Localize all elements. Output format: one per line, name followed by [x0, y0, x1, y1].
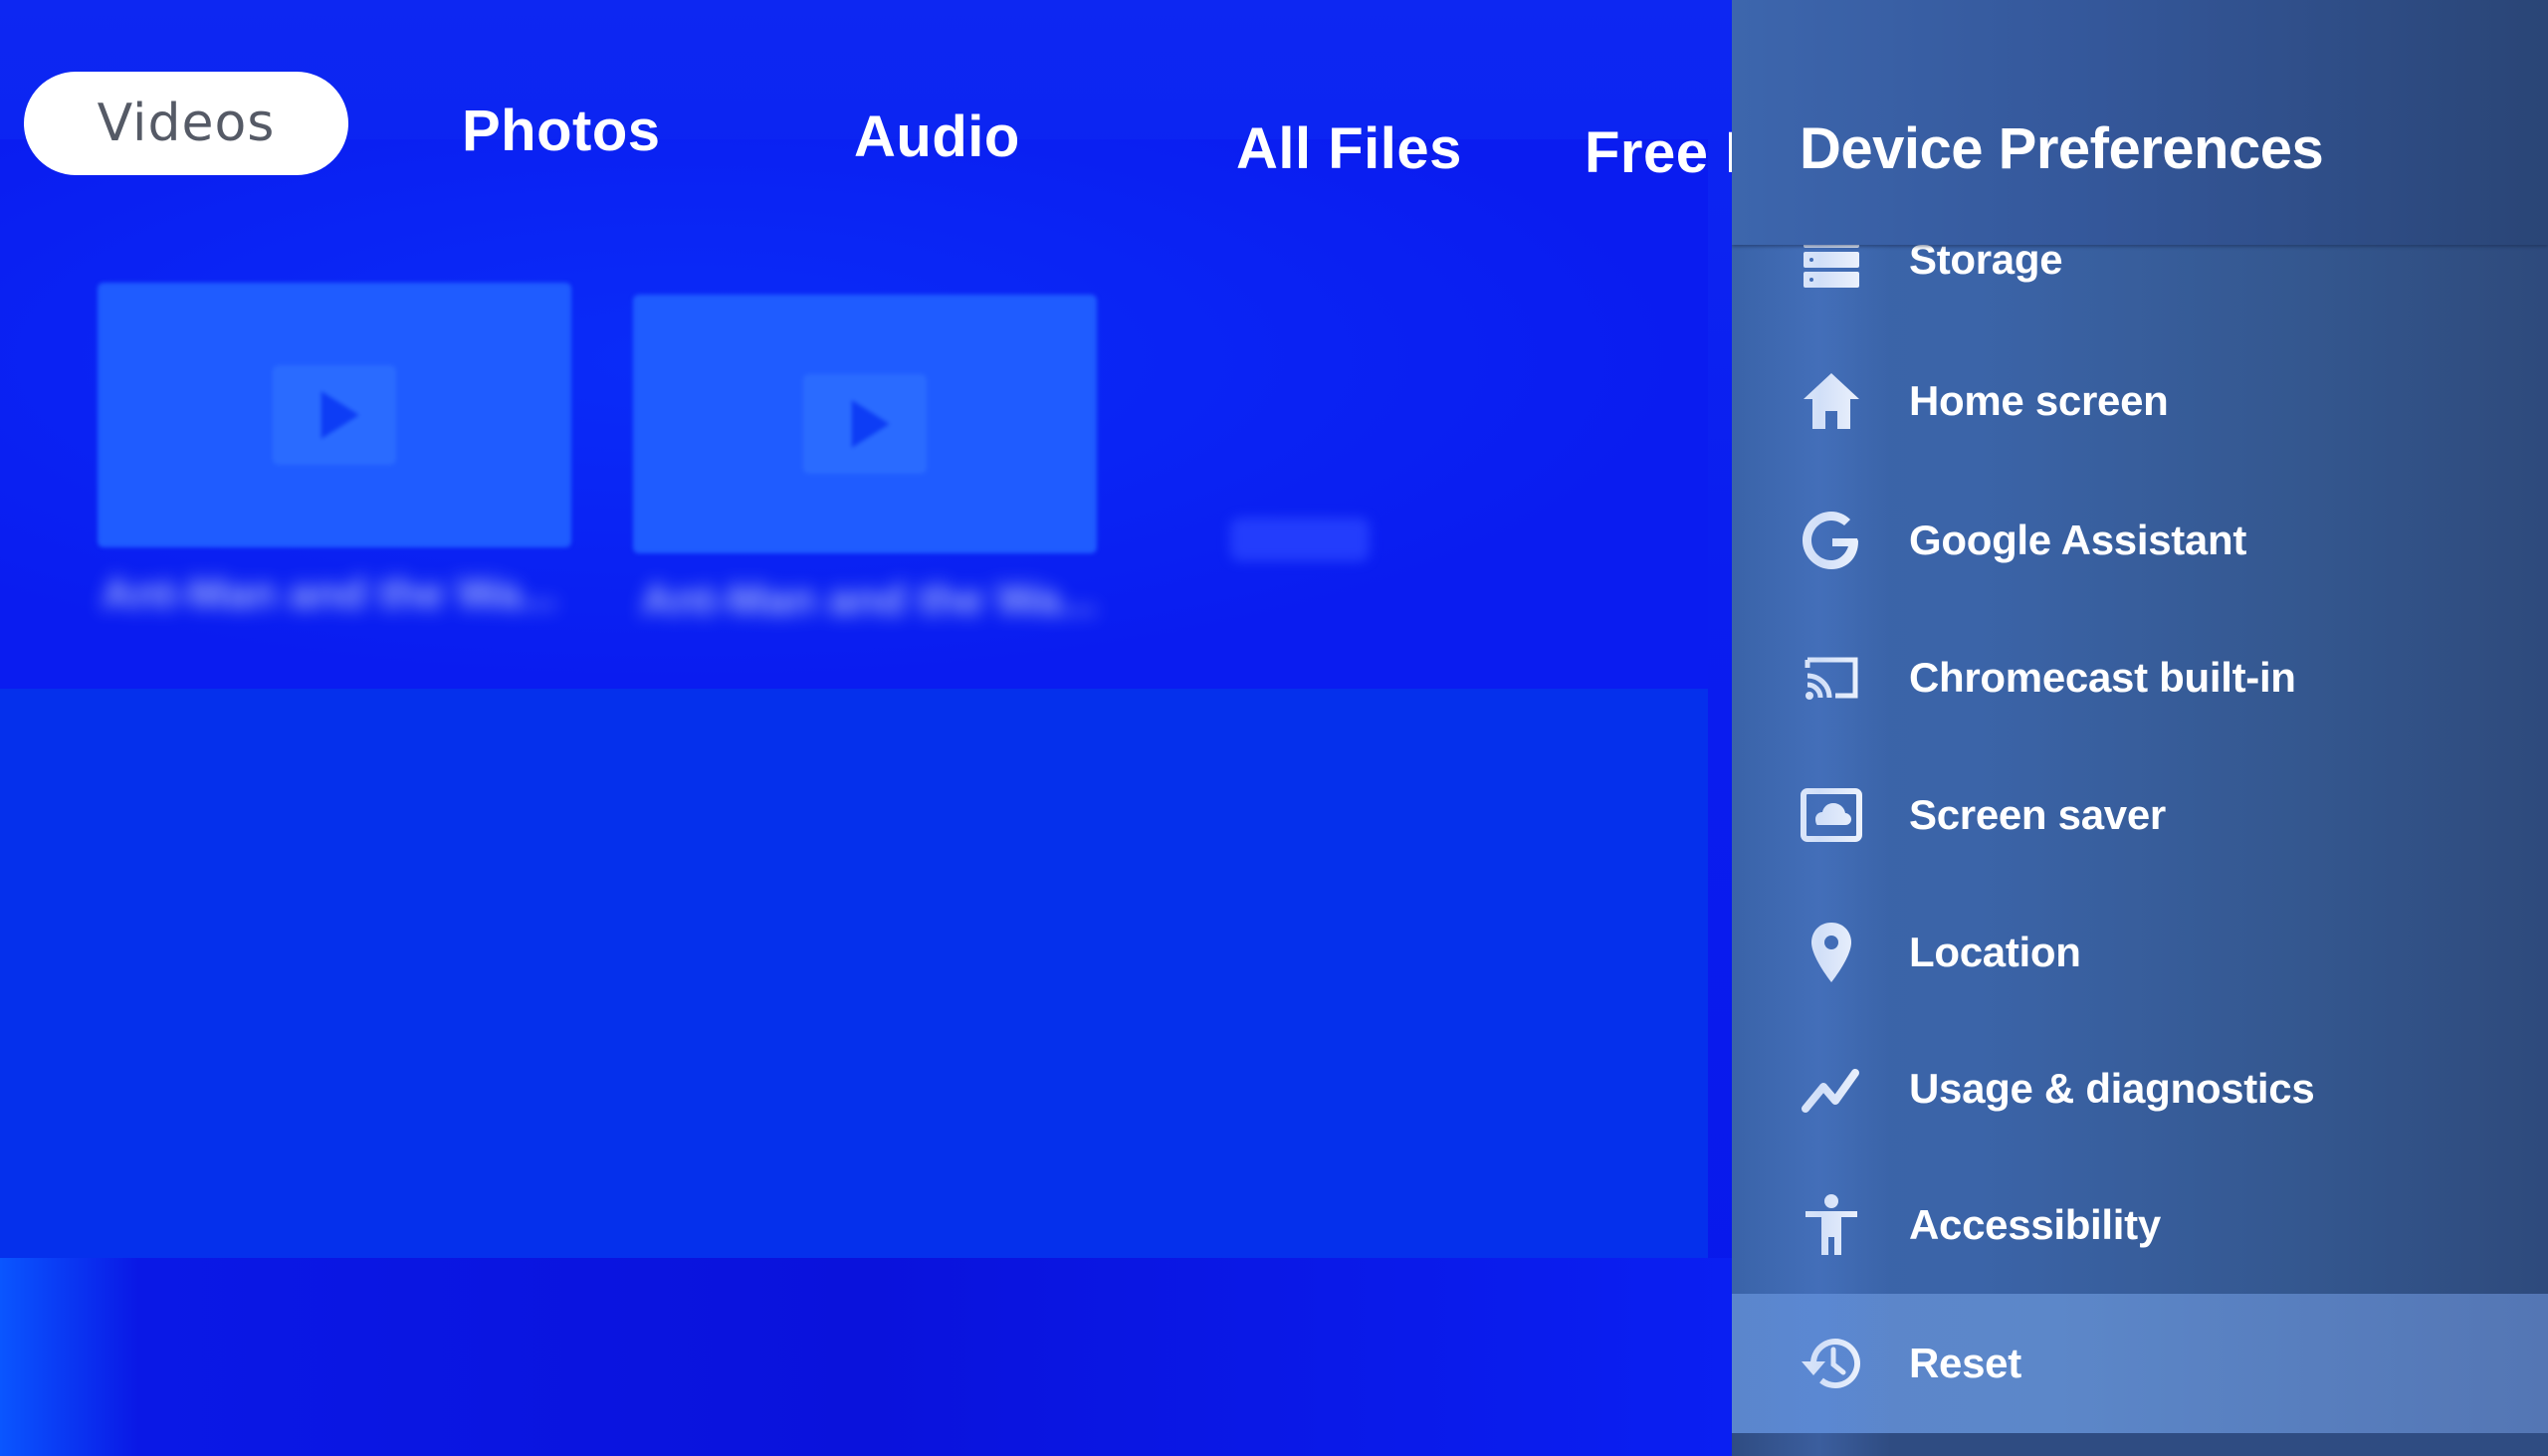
menu-item-location[interactable]: Location [1732, 884, 2548, 1021]
location-pin-icon [1800, 921, 1863, 984]
menu-item-label: Usage & diagnostics [1909, 1065, 2315, 1112]
tab-photos[interactable]: Photos [462, 98, 661, 164]
play-icon [273, 365, 396, 465]
media-app-background: Videos Photos Audio All Files Free M Ant… [0, 0, 1732, 1456]
home-icon [1800, 369, 1863, 433]
menu-item-label: Reset [1909, 1340, 2021, 1386]
accessibility-icon [1800, 1193, 1863, 1257]
menu-item-label: Home screen [1909, 377, 2169, 424]
blurred-element [1230, 518, 1370, 561]
menu-item-label: Google Assistant [1909, 517, 2247, 563]
menu-item-label: Chromecast built-in [1909, 654, 2296, 701]
video-card[interactable] [98, 283, 571, 547]
video-card-title: Ant-Man and the Wa... [641, 575, 1097, 624]
menu-item-reset[interactable]: Reset [1732, 1294, 2548, 1433]
menu-item-accessibility[interactable]: Accessibility [1732, 1156, 2548, 1294]
device-preferences-panel: Storage Home screen Google Assistant Chr… [1732, 0, 2548, 1456]
reset-history-icon [1800, 1332, 1863, 1395]
video-card[interactable] [633, 295, 1097, 553]
cast-icon [1800, 646, 1863, 710]
menu-item-label: Accessibility [1909, 1201, 2161, 1248]
tab-all-files[interactable]: All Files [1236, 115, 1462, 182]
menu-item-google-assistant[interactable]: Google Assistant [1732, 472, 2548, 609]
tab-videos[interactable]: Videos [24, 72, 348, 175]
tab-audio[interactable]: Audio [854, 104, 1020, 170]
diagnostics-icon [1800, 1057, 1863, 1121]
play-icon [803, 374, 927, 474]
menu-item-chromecast[interactable]: Chromecast built-in [1732, 609, 2548, 746]
tab-free-movies[interactable]: Free M [1585, 119, 1732, 186]
page-title: Device Preferences [1800, 116, 2324, 181]
menu-item-screen-saver[interactable]: Screen saver [1732, 746, 2548, 884]
category-tabs: Videos Photos Audio All Files Free M [0, 0, 1732, 199]
screen-saver-icon [1800, 783, 1863, 847]
video-card-title: Ant-Man and the Wa... [102, 569, 557, 618]
menu-item-usage-diagnostics[interactable]: Usage & diagnostics [1732, 1020, 2548, 1157]
empty-panel [0, 689, 1708, 1258]
menu-item-home-screen[interactable]: Home screen [1732, 332, 2548, 470]
google-icon [1800, 509, 1863, 572]
menu-item-label: Screen saver [1909, 791, 2166, 838]
panel-header: Device Preferences [1732, 0, 2548, 245]
menu-item-label: Location [1909, 929, 2081, 975]
bottom-area [0, 1258, 1732, 1456]
